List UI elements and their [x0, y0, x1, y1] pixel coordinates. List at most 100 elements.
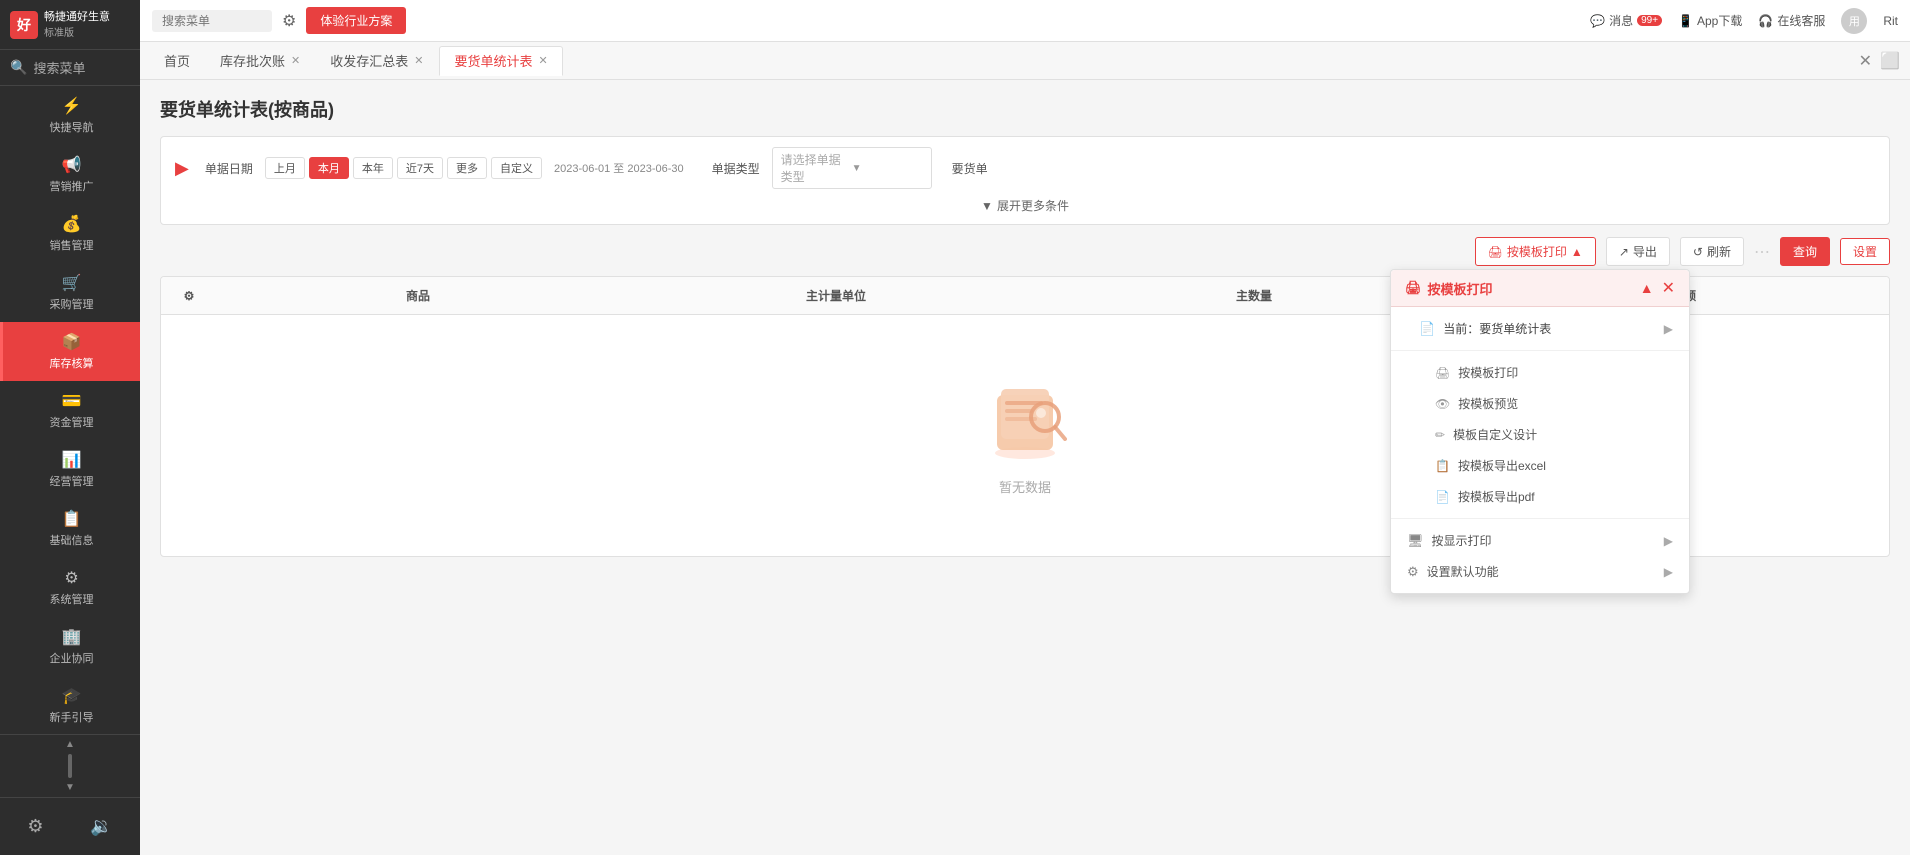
- sidebar-item-inventory[interactable]: 📦 库存核算: [0, 322, 140, 381]
- sidebar-item-shortcut[interactable]: ⚡ 快捷导航: [0, 86, 140, 145]
- sidebar-scroll-up[interactable]: ▲: [65, 739, 75, 750]
- business-icon: 📊: [62, 450, 82, 470]
- set-default-chevron: ▶: [1664, 565, 1673, 579]
- sidebar-item-guide[interactable]: 🎓 新手引导: [0, 676, 140, 734]
- template-design-item[interactable]: ✏ 模板自定义设计: [1391, 419, 1689, 450]
- sidebar-nav: ⚡ 快捷导航 📢 营销推广 💰 销售管理 🛒 采购管理 📦 库存核算 💳 资金管…: [0, 86, 140, 734]
- online-service-btn[interactable]: 🎧 在线客服: [1758, 12, 1825, 29]
- template-design-icon: ✏: [1435, 428, 1445, 442]
- tab-receivables[interactable]: 收发存汇总表 ✕: [316, 46, 437, 76]
- set-default-item[interactable]: ⚙ 设置默认功能 ▶: [1391, 556, 1689, 587]
- sidebar-item-sales[interactable]: 💰 销售管理: [0, 204, 140, 263]
- tab-close-receivables[interactable]: ✕: [414, 54, 423, 67]
- date-range-text: 2023-06-01 至 2023-06-30: [554, 160, 684, 176]
- print-icon: 🖨: [1488, 245, 1503, 259]
- tab-order-stats[interactable]: 要货单统计表 ✕: [439, 46, 562, 76]
- sidebar-bottom: ⚙ 🔉: [0, 797, 140, 855]
- print-dropdown-arrow-up: ▲: [1571, 245, 1583, 259]
- sidebar-item-purchase[interactable]: 🛒 采购管理: [0, 263, 140, 322]
- date-last-7days-btn[interactable]: 近7天: [397, 157, 443, 179]
- user-avatar[interactable]: 用: [1841, 8, 1867, 34]
- page-title: 要货单统计表(按商品): [160, 96, 1890, 122]
- sidebar-item-business[interactable]: 📊 经营管理: [0, 440, 140, 499]
- template-preview-item[interactable]: 👁 按模板预览: [1391, 388, 1689, 419]
- search-icon: 🔍: [10, 59, 27, 76]
- app-logo-text: 畅捷通好生意 标准版: [44, 10, 110, 39]
- template-print-icon: 🖨: [1435, 366, 1450, 380]
- tab-close-inventory-batch[interactable]: ✕: [291, 54, 300, 67]
- sidebar-item-enterprise[interactable]: 🏢 企业协同: [0, 617, 140, 676]
- query-btn[interactable]: 查询: [1780, 237, 1830, 266]
- date-more-btn[interactable]: 更多: [447, 157, 487, 179]
- enterprise-icon: 🏢: [62, 627, 82, 647]
- sidebar-search[interactable]: 🔍 搜索菜单: [0, 50, 140, 86]
- type-select-value: 请选择单据类型: [781, 151, 852, 185]
- sidebar-scroll-down[interactable]: ▼: [65, 782, 75, 793]
- download-icon: 📱: [1678, 14, 1693, 28]
- unit-column-header: 主计量单位: [627, 287, 1045, 304]
- date-custom-btn[interactable]: 自定义: [491, 157, 542, 179]
- type-filter-label: 单据类型: [712, 160, 760, 177]
- expand-btn[interactable]: ▼ 展开更多条件: [981, 197, 1069, 214]
- settings-column-header[interactable]: ⚙: [169, 289, 209, 303]
- print-dropdown-panel: 🖨 按模板打印 ▲ ✕ 📄 当前：要货单统计表: [1390, 269, 1690, 594]
- type-select[interactable]: 请选择单据类型 ▼: [772, 147, 932, 189]
- filter-panel: ▶ 单据日期 上月 本月 本年 近7天 更多 自定义 2023-06-01 至 …: [160, 136, 1890, 225]
- template-export-pdf-item[interactable]: 📄 按模板导出pdf: [1391, 481, 1689, 512]
- main-area: ⚙ 体验行业方案 💬 消息 99+ 📱 App下载 🎧 在线客服 用 Rit 首…: [140, 0, 1910, 855]
- display-print-item[interactable]: 🖥 按显示打印 ▶: [1391, 525, 1689, 556]
- filter-collapse-icon[interactable]: ▶: [175, 158, 189, 179]
- sidebar-item-finance[interactable]: 💳 资金管理: [0, 381, 140, 440]
- date-last-month-btn[interactable]: 上月: [265, 157, 305, 179]
- sidebar: 好 畅捷通好生意 标准版 🔍 搜索菜单 ⚡ 快捷导航 📢 营销推广 💰 销售管理…: [0, 0, 140, 855]
- message-icon: 💬: [1590, 14, 1605, 28]
- current-template-item[interactable]: 📄 当前：要货单统计表 ▶: [1391, 313, 1689, 344]
- date-current-month-btn[interactable]: 本月: [309, 157, 349, 179]
- topbar-search-input[interactable]: [152, 10, 272, 32]
- print-header-icon: 🖨: [1405, 280, 1422, 296]
- sidebar-item-system[interactable]: ⚙ 系统管理: [0, 558, 140, 617]
- window-controls: ✕ ⬜: [1859, 51, 1900, 71]
- marketing-icon: 📢: [62, 155, 82, 175]
- gear-icon[interactable]: ⚙: [282, 11, 296, 31]
- message-btn[interactable]: 💬 消息 99+: [1590, 12, 1662, 29]
- template-export-excel-item[interactable]: 📋 按模板导出excel: [1391, 450, 1689, 481]
- current-template-chevron: ▶: [1664, 322, 1673, 336]
- refresh-icon: ↺: [1693, 245, 1703, 259]
- sidebar-item-marketing[interactable]: 📢 营销推广: [0, 145, 140, 204]
- date-current-year-btn[interactable]: 本年: [353, 157, 393, 179]
- finance-icon: 💳: [62, 391, 82, 411]
- display-print-icon: 🖥: [1407, 533, 1424, 549]
- purchase-icon: 🛒: [62, 273, 82, 293]
- more-actions-btn[interactable]: ⋯: [1754, 242, 1770, 262]
- maximize-window-btn[interactable]: ⬜: [1880, 51, 1900, 71]
- pdf-icon: 📄: [1435, 490, 1450, 504]
- audio-bottom-btn[interactable]: 🔉: [84, 810, 118, 843]
- tab-close-order-stats[interactable]: ✕: [539, 54, 548, 67]
- settings-btn[interactable]: 设置: [1840, 238, 1890, 265]
- current-template-section: 📄 当前：要货单统计表 ▶: [1391, 307, 1689, 351]
- print-btn[interactable]: 🖨 按模板打印 ▲: [1475, 237, 1596, 266]
- tab-home[interactable]: 首页: [150, 46, 204, 76]
- app-download-btn[interactable]: 📱 App下载: [1678, 12, 1742, 29]
- sidebar-item-basic[interactable]: 📋 基础信息: [0, 499, 140, 558]
- settings-bottom-btn[interactable]: ⚙: [21, 810, 49, 843]
- close-window-btn[interactable]: ✕: [1859, 51, 1872, 71]
- inventory-icon: 📦: [62, 332, 82, 352]
- set-default-icon: ⚙: [1407, 564, 1419, 580]
- dropdown-up-arrow[interactable]: ▲: [1640, 280, 1654, 296]
- export-btn[interactable]: ↗ 导出: [1606, 237, 1670, 266]
- experience-btn[interactable]: 体验行业方案: [306, 7, 406, 34]
- tab-inventory-batch[interactable]: 库存批次账 ✕: [206, 46, 314, 76]
- template-actions-section: 🖨 按模板打印 👁 按模板预览 ✏ 模板自定义设计 📋 按模板导出excel: [1391, 351, 1689, 519]
- print-dropdown-close-btn[interactable]: ✕: [1662, 278, 1675, 298]
- basic-icon: 📋: [62, 509, 82, 529]
- template-print-item[interactable]: 🖨 按模板打印: [1391, 357, 1689, 388]
- excel-icon: 📋: [1435, 459, 1450, 473]
- print-dropdown-header: 🖨 按模板打印 ▲ ✕: [1391, 270, 1689, 307]
- action-bar: 🖨 按模板打印 ▲ ↗ 导出 ↺ 刷新 ⋯ 查询 设置 🖨 按模板打印: [160, 237, 1890, 266]
- app-logo-icon: 好: [10, 11, 38, 39]
- display-print-chevron: ▶: [1664, 534, 1673, 548]
- date-buttons: 上月 本月 本年 近7天 更多 自定义: [265, 157, 542, 179]
- refresh-btn[interactable]: ↺ 刷新: [1680, 237, 1744, 266]
